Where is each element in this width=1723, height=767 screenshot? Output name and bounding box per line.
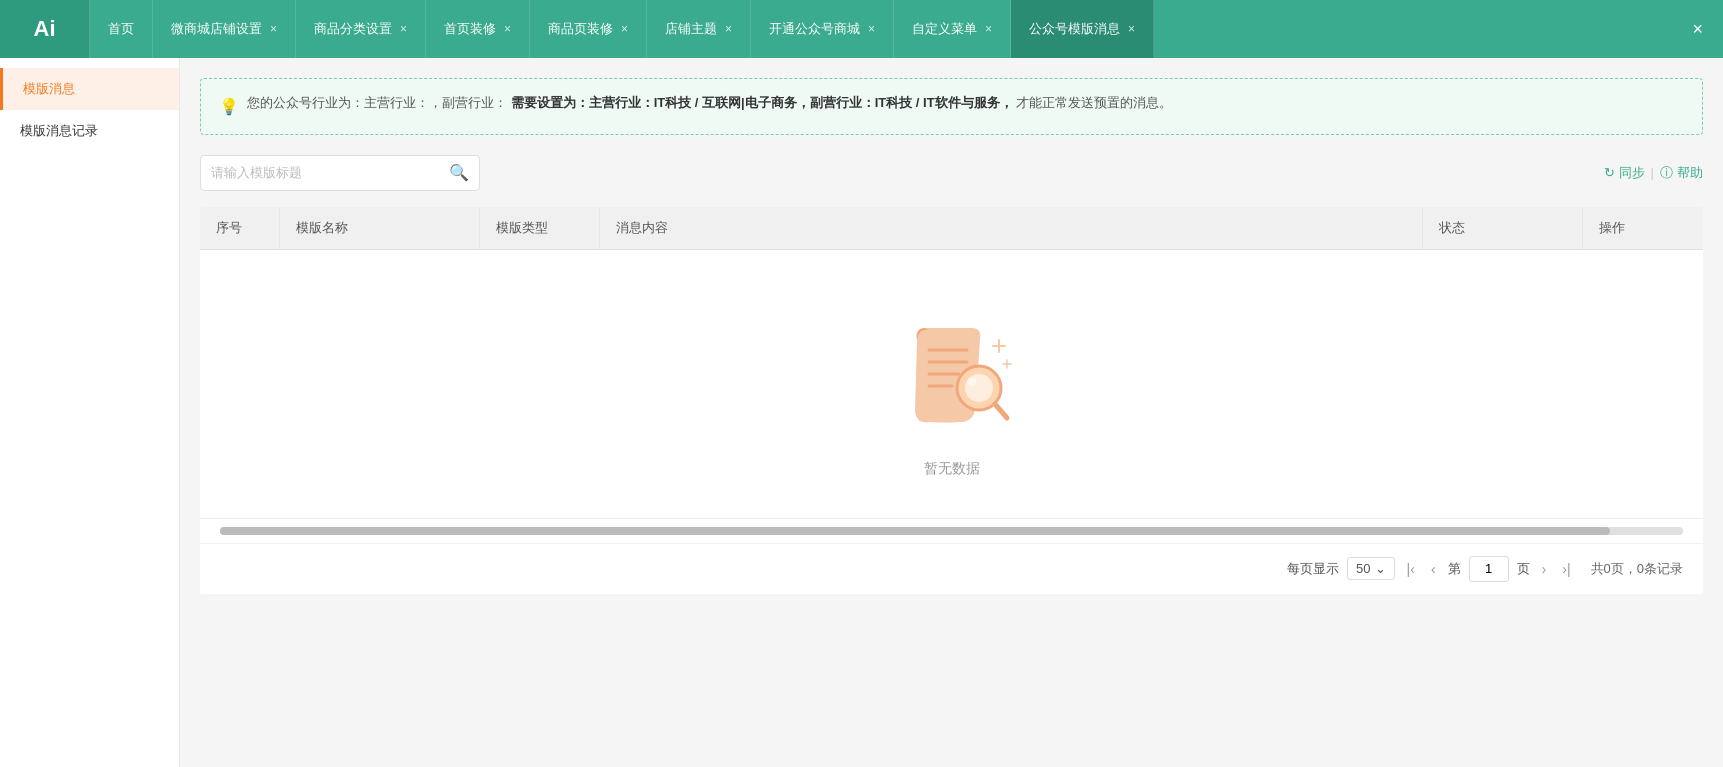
- nav-tab-close-1[interactable]: ×: [270, 22, 277, 36]
- scrollbar-track[interactable]: [220, 527, 1683, 535]
- main-layout: 模版消息模版消息记录 💡 您的公众号行业为：主营行业：，副营行业： 需要设置为：…: [0, 58, 1723, 767]
- empty-state: 暂无数据: [200, 250, 1703, 518]
- nav-tab-close-8[interactable]: ×: [1128, 22, 1135, 36]
- help-icon: ⓘ: [1660, 164, 1673, 182]
- table-header: 序号 模版名称 模版类型 消息内容 状态 操作: [200, 207, 1703, 250]
- pagination: 每页显示 50 ⌄ |‹ ‹ 第 页 › ›| 共0页，0条记录: [200, 543, 1703, 594]
- per-page-label: 每页显示: [1287, 560, 1339, 578]
- nav-tab-5[interactable]: 店铺主题 ×: [647, 0, 751, 58]
- search-icon[interactable]: 🔍: [449, 163, 469, 182]
- alert-text: 您的公众号行业为：主营行业：，副营行业： 需要设置为：主营行业：IT科技 / 互…: [247, 93, 1172, 114]
- nav-tab-close-6[interactable]: ×: [868, 22, 875, 36]
- nav-tab-close-7[interactable]: ×: [985, 22, 992, 36]
- sync-button[interactable]: ↻ 同步: [1604, 164, 1645, 182]
- sidebar-items: 模版消息模版消息记录: [0, 68, 179, 152]
- total-info: 共0页，0条记录: [1591, 560, 1683, 578]
- th-type: 模版类型: [480, 207, 600, 249]
- nav-tabs: 首页微商城店铺设置×商品分类设置×首页装修×商品页装修×店铺主题×开通公众号商城…: [90, 0, 1672, 58]
- toolbar-divider: |: [1651, 165, 1654, 180]
- search-input[interactable]: [211, 165, 443, 180]
- nav-tab-close-5[interactable]: ×: [725, 22, 732, 36]
- th-content: 消息内容: [600, 207, 1423, 249]
- svg-point-8: [968, 378, 976, 386]
- nav-tab-label-1: 微商城店铺设置: [171, 20, 262, 38]
- close-all-button[interactable]: ×: [1672, 0, 1723, 58]
- sidebar: 模版消息模版消息记录: [0, 58, 180, 767]
- svg-line-7: [995, 404, 1007, 418]
- toolbar-right: ↻ 同步 | ⓘ 帮助: [1604, 164, 1703, 182]
- nav-tab-0[interactable]: 首页: [90, 0, 153, 58]
- nav-tab-label-0: 首页: [108, 20, 134, 38]
- content-area: 💡 您的公众号行业为：主营行业：，副营行业： 需要设置为：主营行业：IT科技 /…: [180, 58, 1723, 767]
- th-seq: 序号: [200, 207, 280, 249]
- alert-icon: 💡: [219, 94, 239, 120]
- nav-tab-close-3[interactable]: ×: [504, 22, 511, 36]
- sidebar-item-0[interactable]: 模版消息: [0, 68, 179, 110]
- alert-banner: 💡 您的公众号行业为：主营行业：，副营行业： 需要设置为：主营行业：IT科技 /…: [200, 78, 1703, 135]
- th-name: 模版名称: [280, 207, 480, 249]
- logo: Ai: [0, 0, 90, 58]
- empty-text: 暂无数据: [924, 460, 980, 478]
- help-button[interactable]: ⓘ 帮助: [1660, 164, 1703, 182]
- th-action: 操作: [1583, 207, 1703, 249]
- nav-tab-label-5: 店铺主题: [665, 20, 717, 38]
- nav-tab-4[interactable]: 商品页装修 ×: [530, 0, 647, 58]
- nav-tab-1[interactable]: 微商城店铺设置 ×: [153, 0, 296, 58]
- svg-point-6: [965, 374, 993, 402]
- per-page-select[interactable]: 50 ⌄: [1347, 557, 1394, 580]
- nav-tab-close-2[interactable]: ×: [400, 22, 407, 36]
- th-status: 状态: [1423, 207, 1583, 249]
- table-container: 序号 模版名称 模版类型 消息内容 状态 操作: [200, 207, 1703, 594]
- first-page-button[interactable]: |‹: [1403, 559, 1419, 579]
- prev-page-button[interactable]: ‹: [1427, 559, 1440, 579]
- nav-tab-label-2: 商品分类设置: [314, 20, 392, 38]
- nav-tab-label-3: 首页装修: [444, 20, 496, 38]
- nav-tab-3[interactable]: 首页装修 ×: [426, 0, 530, 58]
- search-bar: 🔍 ↻ 同步 | ⓘ 帮助: [200, 155, 1703, 191]
- nav-tab-6[interactable]: 开通公众号商城 ×: [751, 0, 894, 58]
- page-label-before: 第: [1448, 560, 1461, 578]
- nav-tab-label-4: 商品页装修: [548, 20, 613, 38]
- dropdown-icon: ⌄: [1375, 561, 1386, 576]
- nav-tab-label-6: 开通公众号商城: [769, 20, 860, 38]
- nav-tab-8[interactable]: 公众号模版消息 ×: [1011, 0, 1154, 58]
- scrollbar-area: [200, 518, 1703, 543]
- nav-tab-7[interactable]: 自定义菜单 ×: [894, 0, 1011, 58]
- sync-icon: ↻: [1604, 165, 1615, 180]
- next-page-button[interactable]: ›: [1538, 559, 1551, 579]
- search-input-wrap[interactable]: 🔍: [200, 155, 480, 191]
- nav-tab-2[interactable]: 商品分类设置 ×: [296, 0, 426, 58]
- sidebar-item-1[interactable]: 模版消息记录: [0, 110, 179, 152]
- scrollbar-thumb[interactable]: [220, 527, 1610, 535]
- page-label-after: 页: [1517, 560, 1530, 578]
- nav-tab-label-7: 自定义菜单: [912, 20, 977, 38]
- empty-illustration: [887, 310, 1017, 440]
- nav-tab-close-4[interactable]: ×: [621, 22, 628, 36]
- page-number-input[interactable]: [1469, 556, 1509, 582]
- top-nav: Ai 首页微商城店铺设置×商品分类设置×首页装修×商品页装修×店铺主题×开通公众…: [0, 0, 1723, 58]
- nav-tab-label-8: 公众号模版消息: [1029, 20, 1120, 38]
- last-page-button[interactable]: ›|: [1558, 559, 1574, 579]
